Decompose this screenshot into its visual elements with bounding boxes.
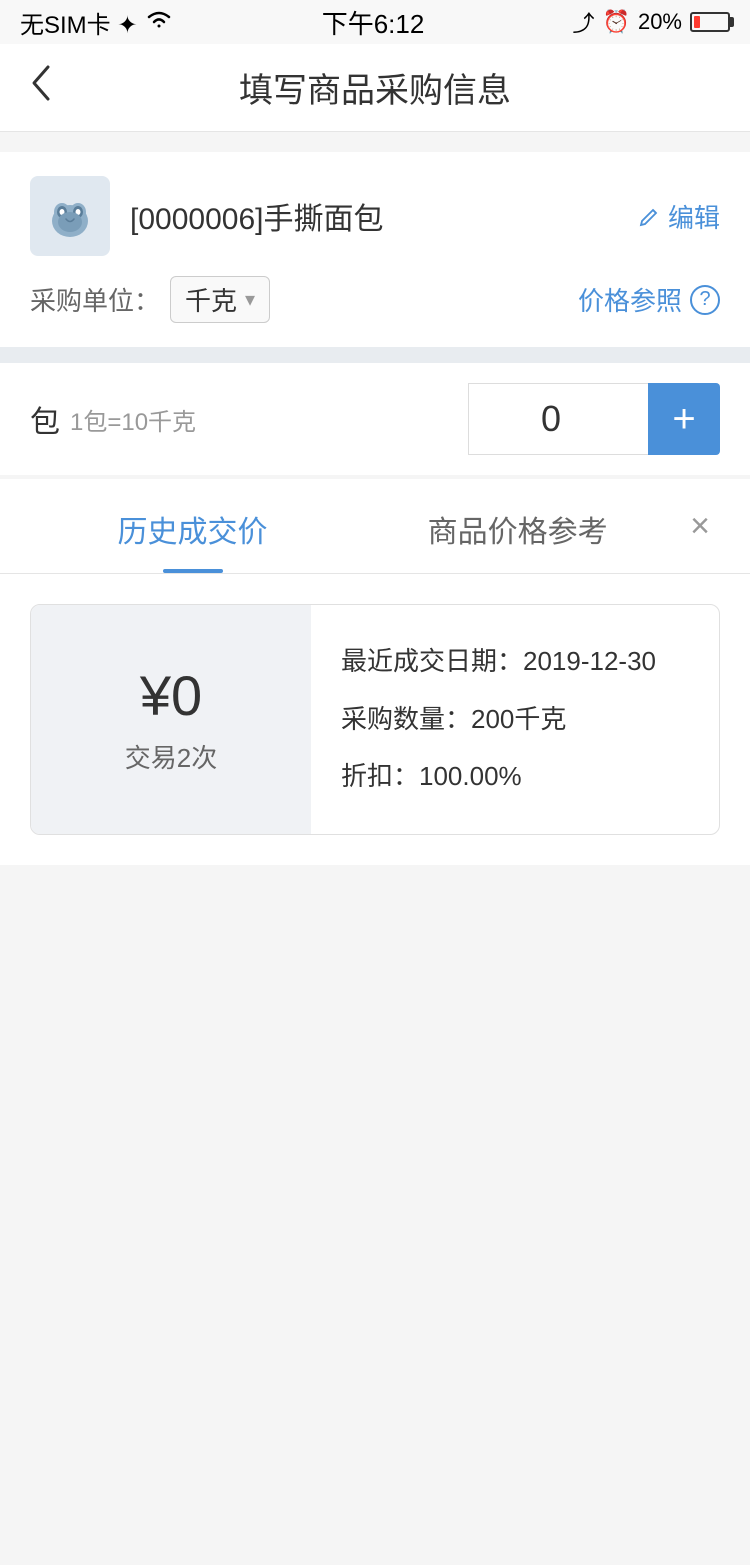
quantity-label-group: 包 1包=10千克 [30, 397, 196, 441]
status-right: ⤴ ⏰ 20% [573, 6, 730, 38]
status-bar: 无SIM卡 ✦ 下午6:12 ⤴ ⏰ 20% [0, 0, 750, 44]
price-ref-label: 价格参照 [578, 281, 682, 318]
currency-symbol: ¥ [140, 664, 171, 727]
battery-icon [690, 12, 730, 32]
unit-value: 千克 [185, 281, 237, 318]
alarm-icon: ⏰ [603, 9, 630, 35]
product-unit-row: 采购单位： 千克 ▾ 价格参照 ? [30, 276, 720, 323]
unit-select[interactable]: 千克 ▾ [170, 276, 270, 323]
history-trades-count: 交易2次 [125, 738, 217, 775]
battery-percent: 20% [638, 9, 682, 35]
discount-row: 折扣：100.00% [341, 756, 689, 798]
price-ref-button[interactable]: 价格参照 ? [578, 281, 720, 318]
quantity-plus-button[interactable]: + [648, 383, 720, 455]
nav-bar: 填写商品采购信息 [0, 44, 750, 132]
unit-label: 采购单位： [30, 281, 160, 318]
quantity-input[interactable] [468, 383, 648, 455]
history-price-card: ¥0 交易2次 最近成交日期：2019-12-30 采购数量：200千克 折扣：… [30, 604, 720, 835]
tabs-panel: 历史成交价 商品价格参考 × ¥0 交易2次 最近成交日期：2019-12-30… [0, 479, 750, 865]
edit-button[interactable]: 编辑 [638, 198, 720, 235]
recent-date-row: 最近成交日期：2019-12-30 [341, 641, 689, 683]
quantity-row: 包 1包=10千克 + [0, 363, 750, 475]
history-price-right: 最近成交日期：2019-12-30 采购数量：200千克 折扣：100.00% [311, 605, 719, 834]
quantity-input-group: + [468, 383, 720, 455]
main-background [0, 865, 750, 1565]
product-header: [0000006]手撕面包 编辑 [30, 176, 720, 256]
edit-label: 编辑 [668, 198, 720, 235]
quantity-hint: 1包=10千克 [70, 402, 196, 437]
page-title: 填写商品采购信息 [239, 63, 511, 112]
product-name: [0000006]手撕面包 [130, 194, 383, 238]
back-button[interactable] [28, 63, 52, 112]
carrier-text: 无SIM卡 ✦ [20, 5, 137, 40]
location-icon: ⤴ [573, 6, 595, 38]
unit-dropdown-arrow: ▾ [245, 287, 255, 312]
section-divider [0, 347, 750, 363]
recent-date-label: 最近成交日期： [341, 646, 523, 676]
tab-history-price[interactable]: 历史成交价 [30, 479, 355, 573]
purchase-qty-label: 采购数量： [341, 704, 471, 734]
price-ref-help-icon: ? [690, 285, 720, 315]
quantity-unit: 包 [30, 397, 60, 441]
product-card: [0000006]手撕面包 编辑 采购单位： 千克 ▾ 价格参照 ? [0, 152, 750, 347]
unit-selector-group: 采购单位： 千克 ▾ [30, 276, 270, 323]
purchase-qty-value: 200千克 [471, 704, 566, 734]
tabs-header: 历史成交价 商品价格参考 × [0, 479, 750, 574]
wifi-icon [145, 8, 173, 37]
tab-close-button[interactable]: × [680, 497, 720, 556]
recent-date-value: 2019-12-30 [523, 646, 656, 676]
purchase-qty-row: 采购数量：200千克 [341, 699, 689, 741]
history-price-left: ¥0 交易2次 [31, 605, 311, 834]
discount-label: 折扣： [341, 761, 419, 791]
status-time: 下午6:12 [322, 4, 425, 41]
history-price-value: ¥0 [140, 663, 202, 728]
product-left: [0000006]手撕面包 [30, 176, 383, 256]
tab-product-price-ref[interactable]: 商品价格参考 [355, 479, 680, 573]
status-left: 无SIM卡 ✦ [20, 5, 173, 40]
product-thumbnail [30, 176, 110, 256]
price-amount: 0 [171, 664, 202, 727]
tab-content-history: ¥0 交易2次 最近成交日期：2019-12-30 采购数量：200千克 折扣：… [0, 574, 750, 865]
discount-value: 100.00% [419, 761, 522, 791]
